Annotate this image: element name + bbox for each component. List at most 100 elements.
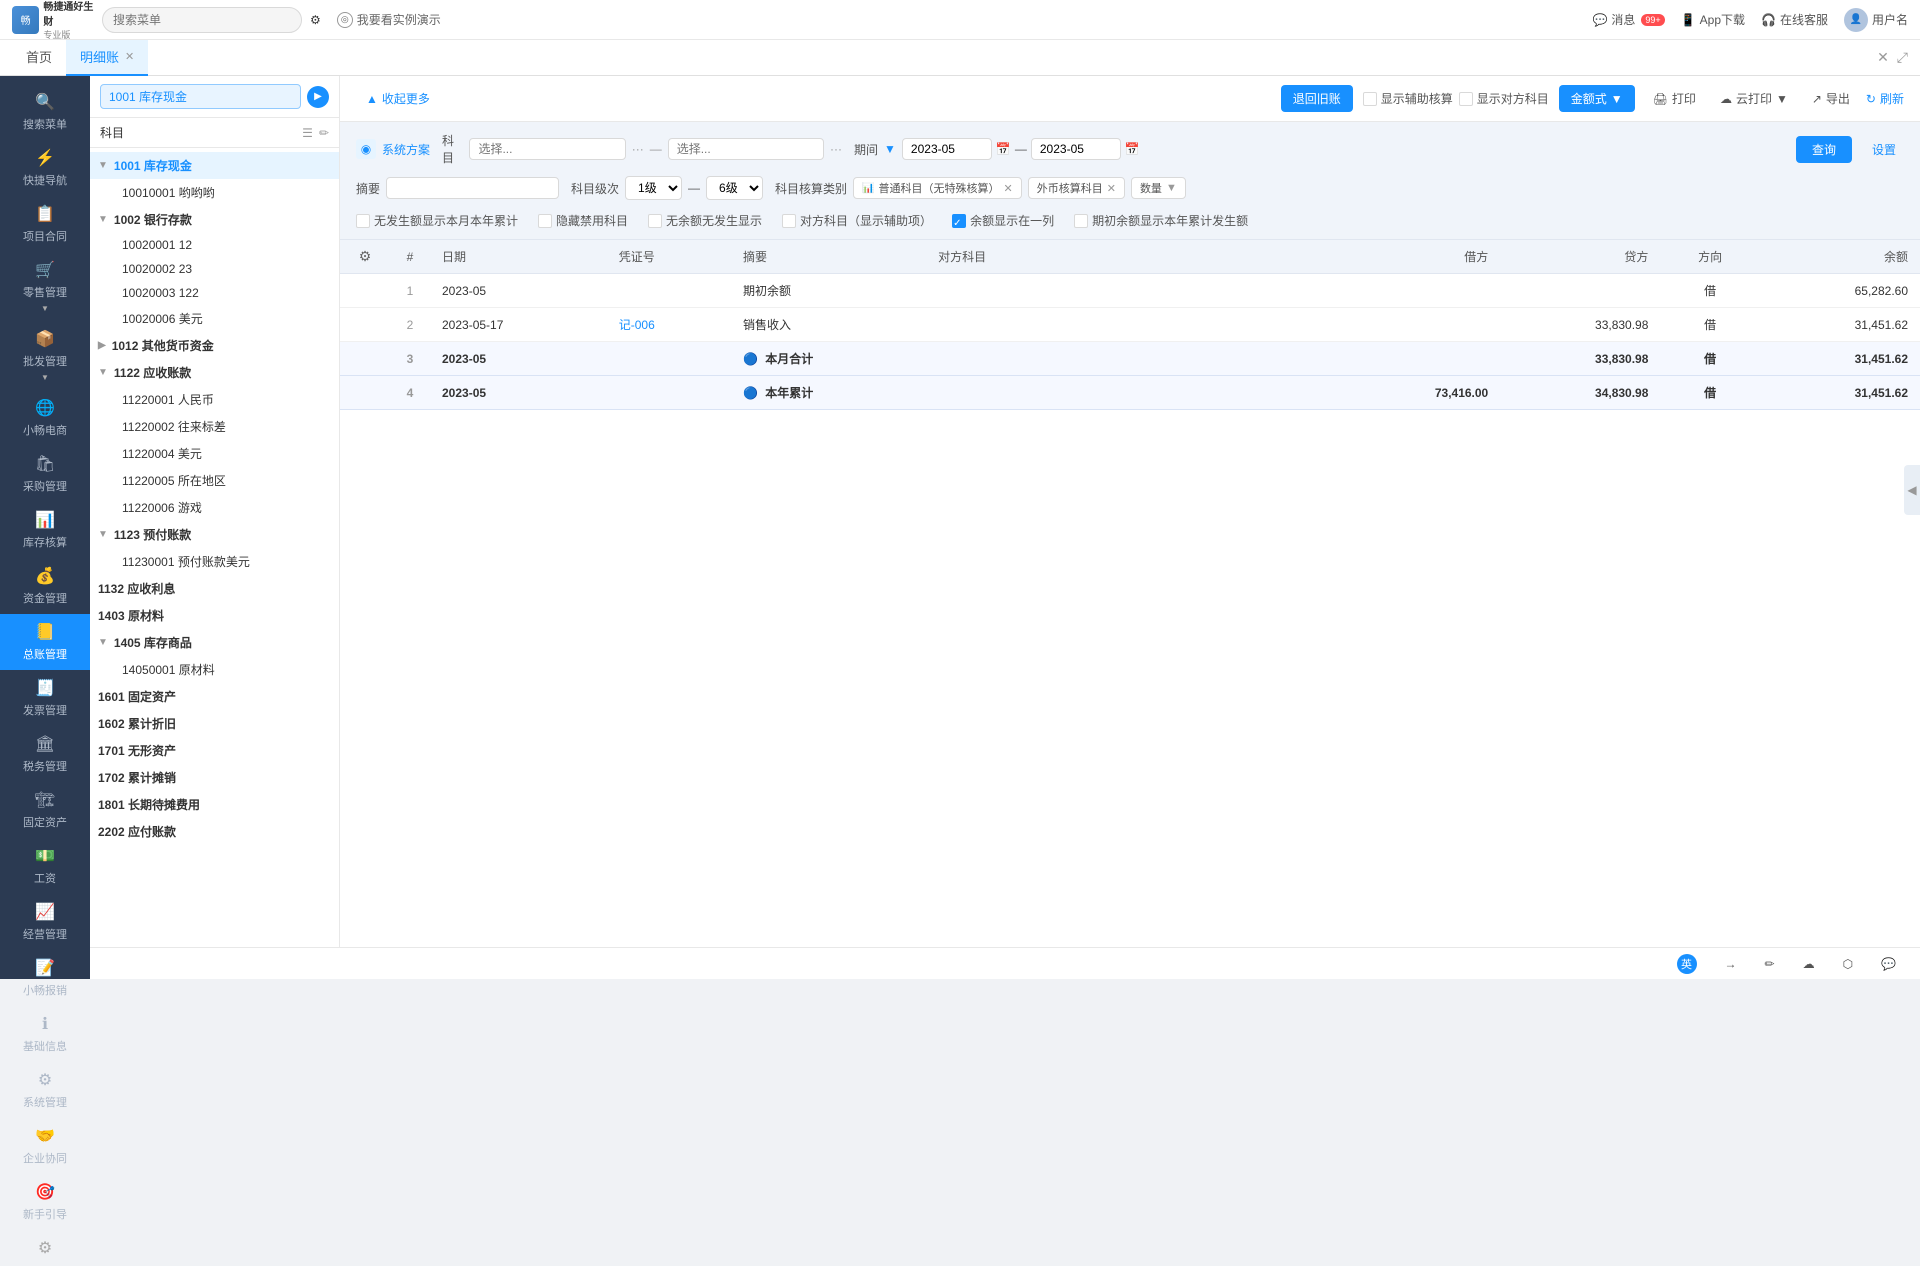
date-calendar-icon[interactable]: 📅 [996,142,1011,156]
sidebar-item-ledger[interactable]: 📒 总账管理 [0,614,90,670]
cb-counter-subject[interactable]: 对方科目（显示辅助项） [782,212,932,229]
cloud-print-button[interactable]: ☁ 云打印 ▼ [1712,86,1796,111]
tree-item-1001[interactable]: ▼ 1001 库存现金 [90,152,339,179]
right-collapse-button[interactable]: ◀ [1904,465,1920,515]
sidebar-item-sysadmin[interactable]: ⚙ 系统管理 [0,1062,90,1118]
voucher-link[interactable]: 记-006 [619,318,655,332]
message-button[interactable]: 💬 消息 99+ [1592,11,1664,28]
tree-item-1002[interactable]: ▼ 1002 银行存款 [90,206,339,233]
export-button[interactable]: ↗ 导出 [1804,86,1858,111]
refresh-button[interactable]: ↻ 刷新 [1866,90,1904,107]
sidebar-item-retail[interactable]: 🛒 零售管理 ▼ [0,252,90,321]
level-from-select[interactable]: 1级 [625,176,682,200]
bottom-icon1[interactable]: → [1717,955,1745,973]
tree-item-11230001[interactable]: 11230001 预付账款美元 [90,548,339,575]
tree-item-10020002[interactable]: 10020002 23 [90,257,339,281]
sidebar-item-project[interactable]: 📋 项目合同 [0,196,90,252]
tree-item-1012[interactable]: ▶ 1012 其他货币资金 [90,332,339,359]
tab-ledger[interactable]: 明细账 ✕ [66,40,148,76]
summary-filter-input[interactable] [386,177,559,199]
table-gear-icon[interactable]: ⚙ [359,248,372,264]
tree-item-2202[interactable]: 2202 应付账款 [90,818,339,845]
tree-item-1122[interactable]: ▼ 1122 应收账款 [90,359,339,386]
tree-item-10010001[interactable]: 10010001 哟哟哟 [90,179,339,206]
tree-item-1801[interactable]: 1801 长期待摊费用 [90,791,339,818]
search-input[interactable] [102,7,302,33]
sidebar-item-wholesale[interactable]: 📦 批发管理 ▼ [0,321,90,390]
level-to-select[interactable]: 6级 [706,176,763,200]
tree-item-10020006[interactable]: 10020006 美元 [90,305,339,332]
tree-item-10020001[interactable]: 10020001 12 [90,233,339,257]
tree-item-11220001[interactable]: 11220001 人民币 [90,386,339,413]
row2-voucher[interactable]: 记-006 [607,308,731,342]
tree-item-1405[interactable]: ▼ 1405 库存商品 [90,629,339,656]
tree-item-11220002[interactable]: 11220002 往来标差 [90,413,339,440]
show-counter-checkbox[interactable]: 显示对方科目 [1459,90,1549,107]
cb-opening-cumulative[interactable]: 期初余额显示本年累计发生额 [1074,212,1248,229]
user-avatar[interactable]: 👤 用户名 [1844,8,1908,32]
sidebar-item-management[interactable]: 📈 经营管理 [0,894,90,950]
online-service-button[interactable]: 🎧 在线客服 [1761,11,1828,28]
sidebar-item-collab[interactable]: 🤝 企业协同 [0,1118,90,1174]
tree-item-1602[interactable]: 1602 累计折旧 [90,710,339,737]
tree-item-14050001[interactable]: 14050001 原材料 [90,656,339,683]
sidebar-item-tax[interactable]: 🏛 税务管理 [0,726,90,782]
tab-bar-close-icon[interactable]: ✕ [1877,49,1889,66]
tree-item-10020003[interactable]: 10020003 122 [90,281,339,305]
edit-icon[interactable]: ✏ [319,126,329,140]
cb-no-amount[interactable]: 无发生额显示本月本年累计 [356,212,518,229]
cb-no-balance[interactable]: 无余额无发生显示 [648,212,762,229]
tag-normal-subject-close[interactable]: ✕ [1004,182,1013,195]
date-calendar-icon2[interactable]: 📅 [1125,142,1140,156]
sidebar-item-basic-info[interactable]: ℹ 基础信息 [0,1006,90,1062]
tab-home[interactable]: 首页 [12,40,66,76]
sidebar-item-search[interactable]: 🔍 搜索菜单 [0,84,90,140]
date-to-input[interactable] [1031,138,1121,160]
sidebar-item-quicknav[interactable]: ⚡ 快捷导航 [0,140,90,196]
sidebar-item-finance[interactable]: 💰 资金管理 [0,558,90,614]
period-type-selector[interactable]: ▼ [884,142,896,156]
bottom-icon2[interactable]: ✏ [1757,955,1783,973]
query-button[interactable]: 查询 [1796,136,1852,163]
sidebar-item-assets[interactable]: 🏗 固定资产 [0,782,90,838]
sidebar-item-invoice[interactable]: 🧾 发票管理 [0,670,90,726]
tree-item-11220005[interactable]: 11220005 所在地区 [90,467,339,494]
col-settings-header[interactable]: ⚙ [340,240,390,274]
expand-more-button[interactable]: ▲ 收起更多 [356,84,440,113]
subject-arrow-button[interactable]: ▶ [307,86,329,108]
app-download-button[interactable]: 📱 App下载 [1681,11,1745,28]
subject-filter-input[interactable] [469,138,625,160]
tree-item-11220004[interactable]: 11220004 美元 [90,440,339,467]
bottom-icon5[interactable]: 💬 [1873,955,1904,973]
tree-item-1701[interactable]: 1701 无形资产 [90,737,339,764]
tree-item-1601[interactable]: 1601 固定资产 [90,683,339,710]
cb-balance-one-col[interactable]: ✓ 余额显示在一列 [952,212,1054,229]
demo-button[interactable]: ◎ 我要看实例演示 [337,11,441,28]
tree-item-1132[interactable]: 1132 应收利息 [90,575,339,602]
tab-close-icon[interactable]: ✕ [125,50,134,63]
scheme-label[interactable]: 系统方案 [382,141,430,158]
sidebar-item-guide[interactable]: 🎯 新手引导 [0,1174,90,1230]
sidebar-item-expense[interactable]: 📝 小畅报销 [0,950,90,1006]
tree-item-1123[interactable]: ▼ 1123 预付账款 [90,521,339,548]
tree-item-1403[interactable]: 1403 原材料 [90,602,339,629]
bottom-icon4[interactable]: ⬡ [1835,955,1861,973]
settings-row-button[interactable]: 设置 [1864,137,1904,162]
bottom-icon3[interactable]: ☁ [1795,955,1823,973]
show-aux-checkbox[interactable]: 显示辅助核算 [1363,90,1453,107]
sidebar-item-salary[interactable]: 💵 工资 [0,838,90,894]
print-button[interactable]: 🖨 打印 [1645,86,1704,111]
tag-foreign-subject-close[interactable]: ✕ [1107,182,1116,195]
format-button[interactable]: 金额式 ▼ [1559,85,1635,112]
date-from-input[interactable] [902,138,992,160]
settings-bottom-icon[interactable]: ⚙ [38,1240,52,1257]
cb-hide-disabled[interactable]: 隐藏禁用科目 [538,212,628,229]
tag-quantity-arrow[interactable]: ▼ [1166,182,1177,194]
tree-item-1702[interactable]: 1702 累计摊销 [90,764,339,791]
back-to-old-button[interactable]: 退回旧账 [1281,85,1353,112]
settings-gear[interactable]: ⚙ [310,13,321,27]
bottom-lang-button[interactable]: 英 [1669,952,1705,976]
sidebar-item-purchase[interactable]: 🛍 采购管理 [0,446,90,502]
tab-bar-expand-icon[interactable]: ⤢ [1897,49,1908,66]
list-icon[interactable]: ☰ [302,126,313,140]
